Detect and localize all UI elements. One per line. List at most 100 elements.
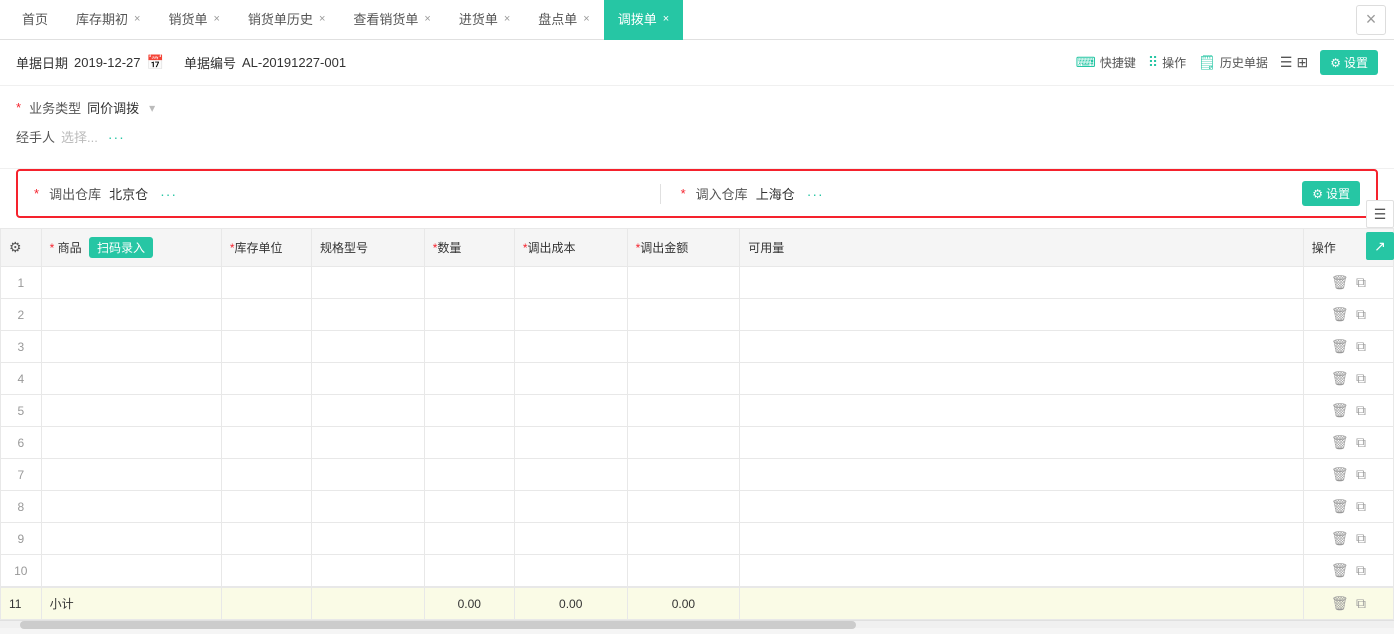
row-spec-7[interactable] xyxy=(312,459,425,491)
tab-close-inventory-check[interactable]: × xyxy=(583,13,589,25)
row-unit-6[interactable] xyxy=(221,427,311,459)
tab-close-inventory-init[interactable]: × xyxy=(134,13,140,25)
row-product-7[interactable] xyxy=(41,459,221,491)
layout-icon-list[interactable]: ☰ xyxy=(1280,54,1293,71)
row-quantity-8[interactable] xyxy=(424,491,514,523)
settings-button[interactable]: ⚙ 设置 xyxy=(1320,50,1378,75)
subtotal-copy-icon[interactable]: ⧉ xyxy=(1356,595,1366,611)
row-amount-8[interactable] xyxy=(627,491,740,523)
dropdown-arrow-icon[interactable]: ▾ xyxy=(149,101,155,115)
row-amount-2[interactable] xyxy=(627,299,740,331)
scrollbar-thumb[interactable] xyxy=(20,621,856,629)
row-cost-7[interactable] xyxy=(514,459,627,491)
row-copy-icon-2[interactable]: ⧉ xyxy=(1356,306,1366,322)
row-available-7[interactable] xyxy=(740,459,1304,491)
row-amount-3[interactable] xyxy=(627,331,740,363)
row-amount-1[interactable] xyxy=(627,267,740,299)
row-spec-3[interactable] xyxy=(312,331,425,363)
row-available-10[interactable] xyxy=(740,555,1304,587)
horizontal-scrollbar[interactable] xyxy=(0,620,1394,628)
row-quantity-10[interactable] xyxy=(424,555,514,587)
table-gear-icon[interactable]: ⚙ xyxy=(9,239,22,255)
row-available-5[interactable] xyxy=(740,395,1304,427)
row-unit-2[interactable] xyxy=(221,299,311,331)
row-unit-4[interactable] xyxy=(221,363,311,395)
row-delete-icon-4[interactable]: 🗑 xyxy=(1331,370,1349,386)
row-available-3[interactable] xyxy=(740,331,1304,363)
row-cost-3[interactable] xyxy=(514,331,627,363)
row-copy-icon-6[interactable]: ⧉ xyxy=(1356,434,1366,450)
tab-close-view-sales[interactable]: × xyxy=(424,13,430,25)
handler-value[interactable]: 选择... xyxy=(61,127,98,146)
row-cost-1[interactable] xyxy=(514,267,627,299)
row-available-8[interactable] xyxy=(740,491,1304,523)
row-spec-2[interactable] xyxy=(312,299,425,331)
tab-close-transfer[interactable]: × xyxy=(663,13,669,25)
row-copy-icon-1[interactable]: ⧉ xyxy=(1356,274,1366,290)
row-copy-icon-7[interactable]: ⧉ xyxy=(1356,466,1366,482)
row-spec-5[interactable] xyxy=(312,395,425,427)
row-product-6[interactable] xyxy=(41,427,221,459)
history-button[interactable]: 🗒 历史单据 xyxy=(1198,54,1268,71)
warehouse-in-ellipsis[interactable]: ··· xyxy=(807,186,824,202)
row-amount-7[interactable] xyxy=(627,459,740,491)
row-product-1[interactable] xyxy=(41,267,221,299)
warehouse-settings-button[interactable]: ⚙ 设置 xyxy=(1302,181,1360,206)
row-copy-icon-10[interactable]: ⧉ xyxy=(1356,562,1366,578)
row-delete-icon-3[interactable]: 🗑 xyxy=(1331,338,1349,354)
row-delete-icon-7[interactable]: 🗑 xyxy=(1331,466,1349,482)
row-copy-icon-3[interactable]: ⧉ xyxy=(1356,338,1366,354)
row-amount-4[interactable] xyxy=(627,363,740,395)
handler-ellipsis-button[interactable]: ··· xyxy=(108,129,125,145)
row-spec-6[interactable] xyxy=(312,427,425,459)
close-all-tabs-button[interactable]: × xyxy=(1356,5,1386,35)
row-product-10[interactable] xyxy=(41,555,221,587)
tab-home[interactable]: 首页 xyxy=(8,0,62,40)
subtotal-delete-icon[interactable]: 🗑 xyxy=(1331,595,1349,611)
row-available-6[interactable] xyxy=(740,427,1304,459)
row-amount-9[interactable] xyxy=(627,523,740,555)
row-available-1[interactable] xyxy=(740,267,1304,299)
tab-close-sales-history[interactable]: × xyxy=(319,13,325,25)
row-copy-icon-4[interactable]: ⧉ xyxy=(1356,370,1366,386)
sidebar-list-icon[interactable]: ☰ xyxy=(1366,200,1394,228)
row-spec-4[interactable] xyxy=(312,363,425,395)
row-copy-icon-8[interactable]: ⧉ xyxy=(1356,498,1366,514)
tab-sales-order[interactable]: 销货单 × xyxy=(154,0,233,40)
row-available-2[interactable] xyxy=(740,299,1304,331)
scan-button[interactable]: 扫码录入 xyxy=(89,237,153,258)
calendar-icon[interactable]: 📅 xyxy=(147,54,164,71)
row-unit-5[interactable] xyxy=(221,395,311,427)
tab-transfer[interactable]: 调拨单 × xyxy=(604,0,683,40)
sidebar-export-icon[interactable]: ↗ xyxy=(1366,232,1394,260)
row-amount-6[interactable] xyxy=(627,427,740,459)
row-quantity-1[interactable] xyxy=(424,267,514,299)
row-cost-6[interactable] xyxy=(514,427,627,459)
row-copy-icon-9[interactable]: ⧉ xyxy=(1356,530,1366,546)
row-product-5[interactable] xyxy=(41,395,221,427)
row-quantity-9[interactable] xyxy=(424,523,514,555)
tab-inventory-check[interactable]: 盘点单 × xyxy=(524,0,603,40)
row-cost-8[interactable] xyxy=(514,491,627,523)
business-type-value[interactable]: 同价调拨 xyxy=(87,98,139,117)
warehouse-in-value[interactable]: 上海仓 xyxy=(756,184,795,203)
tab-sales-history[interactable]: 销货单历史 × xyxy=(234,0,339,40)
layout-icon-grid[interactable]: ⊞ xyxy=(1296,54,1308,71)
row-unit-9[interactable] xyxy=(221,523,311,555)
row-cost-5[interactable] xyxy=(514,395,627,427)
row-unit-8[interactable] xyxy=(221,491,311,523)
row-product-3[interactable] xyxy=(41,331,221,363)
row-spec-1[interactable] xyxy=(312,267,425,299)
row-unit-1[interactable] xyxy=(221,267,311,299)
tab-close-purchase-order[interactable]: × xyxy=(504,13,510,25)
row-spec-10[interactable] xyxy=(312,555,425,587)
row-delete-icon-8[interactable]: 🗑 xyxy=(1331,498,1349,514)
row-quantity-6[interactable] xyxy=(424,427,514,459)
row-cost-4[interactable] xyxy=(514,363,627,395)
warehouse-out-value[interactable]: 北京仓 xyxy=(109,184,148,203)
row-cost-2[interactable] xyxy=(514,299,627,331)
row-delete-icon-6[interactable]: 🗑 xyxy=(1331,434,1349,450)
row-quantity-5[interactable] xyxy=(424,395,514,427)
shortcut-button[interactable]: ⌨ 快捷键 xyxy=(1076,54,1136,71)
row-product-2[interactable] xyxy=(41,299,221,331)
